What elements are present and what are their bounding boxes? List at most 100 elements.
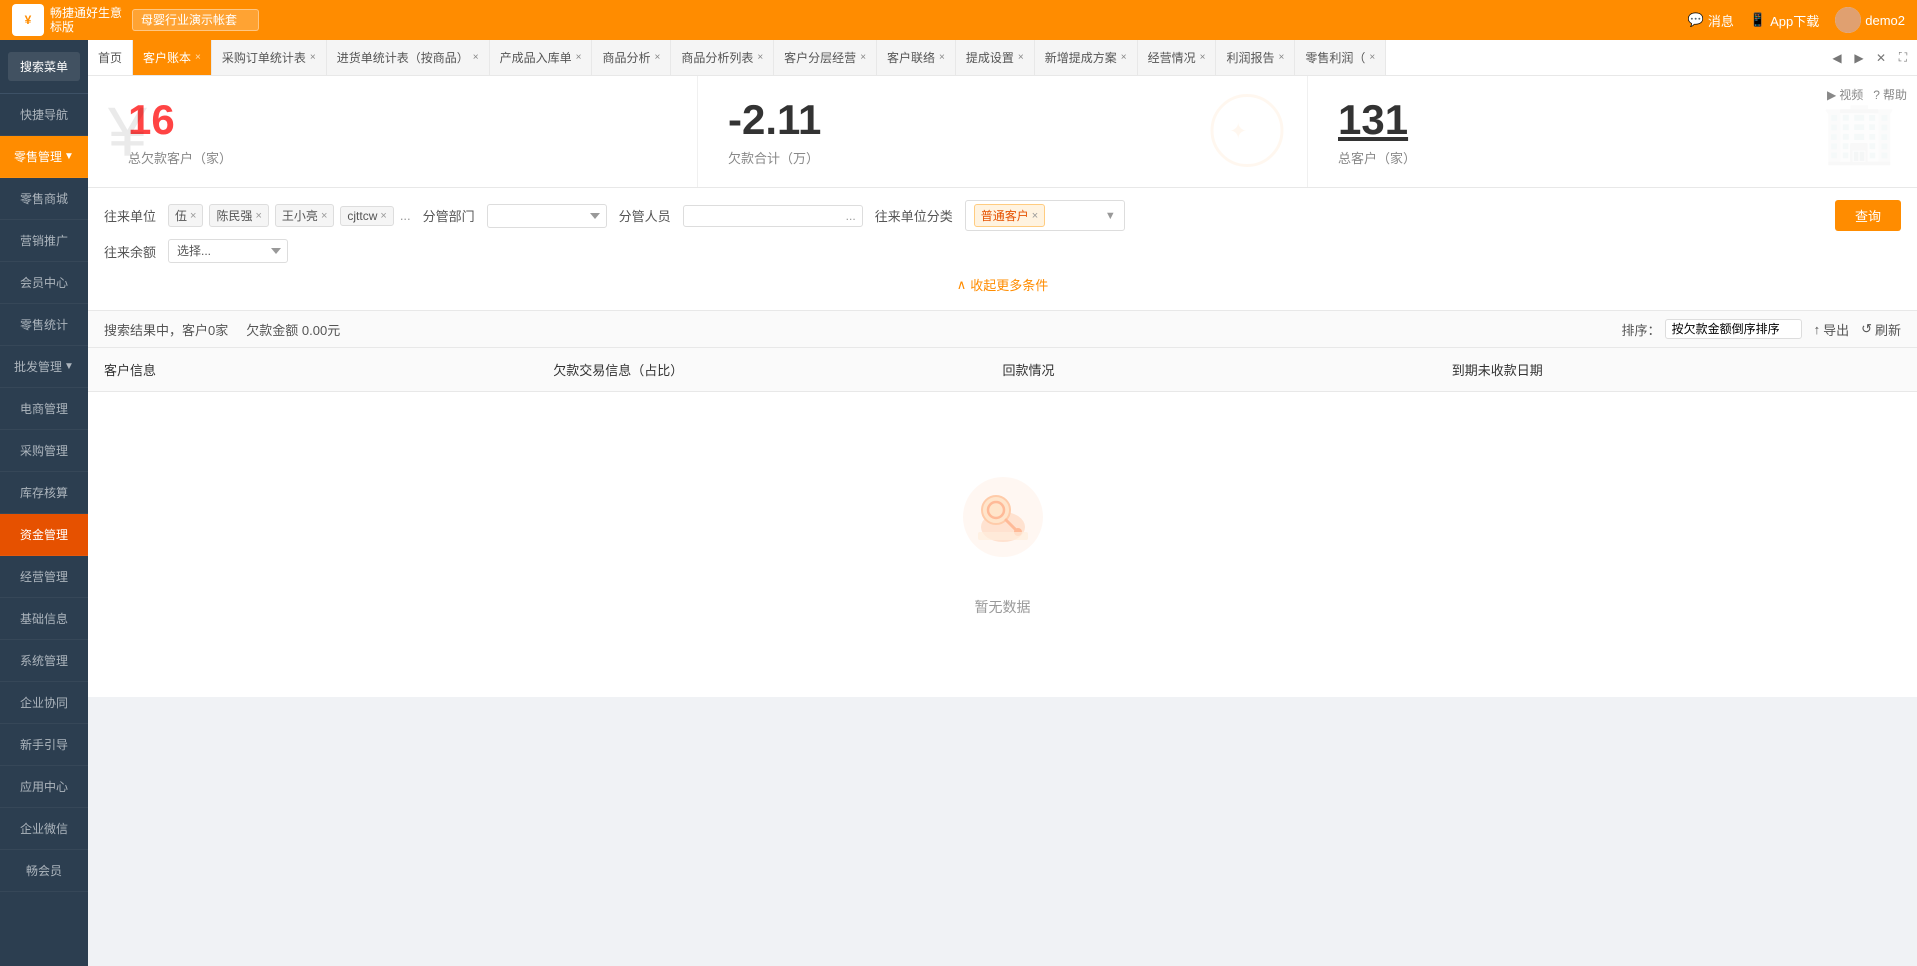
tab-promotion-settings[interactable]: 提成设置 × — [956, 40, 1035, 75]
chevron-up-icon: ∧ — [957, 277, 967, 293]
tab-close-all[interactable]: ✕ — [1871, 48, 1891, 68]
tab-goods-analysis[interactable]: 商品分析 × — [592, 40, 671, 75]
result-info: 搜索结果中，客户0家 欠款金额 0.00元 — [104, 320, 340, 339]
help-btn[interactable]: ? 帮助 — [1873, 86, 1907, 103]
dept-select[interactable] — [487, 204, 607, 228]
download-icon: 📱 — [1750, 12, 1766, 28]
sidebar-item-app-center[interactable]: 应用中心 — [0, 766, 88, 808]
tab-customer-book[interactable]: 客户账本 × — [133, 40, 212, 75]
sidebar-item-new-guide[interactable]: 新手引导 — [0, 724, 88, 766]
stats-total-customers: ¥ 16 总欠款客户（家） — [88, 76, 698, 187]
tag-wang: 王小亮 × — [275, 204, 334, 227]
tab-scroll-left[interactable]: ◀ — [1827, 48, 1847, 68]
table-area: 客户信息 欠款交易信息（占比） 回款情况 到期未收款日期 — [88, 348, 1917, 697]
tag-wang-close[interactable]: × — [321, 210, 327, 222]
tab-customer-contact[interactable]: 客户联络 × — [877, 40, 956, 75]
more-person[interactable]: ... — [846, 209, 856, 223]
sidebar-item-retail-stats[interactable]: 零售统计 — [0, 304, 88, 346]
message-icon: 💬 — [1688, 12, 1704, 28]
tab-profit-report[interactable]: 利润报告 × — [1216, 40, 1295, 75]
tag-wu: 伍 × — [168, 204, 203, 227]
tab-close-customer-tier[interactable]: × — [860, 52, 866, 63]
tab-add-plan[interactable]: 新增提成方案 × — [1035, 40, 1138, 75]
balance-select[interactable]: 选择... — [168, 239, 288, 263]
sidebar-item-retail-mall[interactable]: 零售商城 — [0, 178, 88, 220]
tab-product-stock[interactable]: 产成品入库单 × — [490, 40, 593, 75]
top-bar: ¥ 畅捷通好生意 标版 母婴行业演示帐套 💬 消息 📱 App下载 demo2 — [0, 0, 1917, 40]
tab-goods-analysis-list[interactable]: 商品分析列表 × — [671, 40, 774, 75]
tab-fullscreen[interactable]: ⛶ — [1893, 48, 1913, 68]
tab-close-customer-contact[interactable]: × — [939, 52, 945, 63]
user-menu[interactable]: demo2 — [1835, 7, 1905, 33]
sidebar-item-enterprise-wechat[interactable]: 企业微信 — [0, 808, 88, 850]
debt-label: 欠款合计（万） — [728, 148, 819, 167]
person-filter-label: 分管人员 — [619, 206, 671, 225]
edition-select[interactable]: 母婴行业演示帐套 — [132, 9, 259, 31]
tab-retail-profit[interactable]: 零售利润（ × — [1295, 40, 1386, 75]
total-clients-label: 总客户（家） — [1338, 148, 1416, 167]
search-menu-btn[interactable]: 搜索菜单 — [8, 52, 80, 81]
sidebar-item-basic-info[interactable]: 基础信息 — [0, 598, 88, 640]
tab-close-purchase-order[interactable]: × — [310, 52, 316, 63]
sidebar-item-wholesale[interactable]: 批发管理 ▼ — [0, 346, 88, 388]
tab-close-goods-analysis-list[interactable]: × — [757, 52, 763, 63]
video-help: ▶ 视频 ? 帮助 — [1827, 86, 1907, 103]
sidebar-item-retail[interactable]: 零售管理 ▼ — [0, 136, 88, 178]
tab-close-purchase-stats[interactable]: × — [473, 52, 479, 63]
tab-close-add-plan[interactable]: × — [1121, 52, 1127, 63]
tab-home[interactable]: 首页 — [88, 40, 133, 75]
main-container: 搜索菜单 快捷导航 零售管理 ▼ 零售商城 营销推广 会员中心 零售统计 批发管… — [0, 40, 1917, 966]
sidebar-item-purchase[interactable]: 采购管理 — [0, 430, 88, 472]
sidebar-item-marketing[interactable]: 营销推广 — [0, 220, 88, 262]
chevron-down-icon-cat: ▼ — [1105, 210, 1116, 222]
category-select-area[interactable]: 普通客户 × ▼ — [965, 200, 1125, 231]
video-btn[interactable]: ▶ 视频 — [1827, 86, 1863, 103]
category-tag-close[interactable]: × — [1032, 210, 1038, 222]
result-sort: 排序： 按欠款金额倒序排序 — [1622, 319, 1802, 339]
messages-btn[interactable]: 💬 消息 — [1688, 11, 1734, 30]
sidebar-item-finance[interactable]: 资金管理 — [0, 514, 88, 556]
col-header-customer: 客户信息 — [104, 360, 553, 379]
tab-scroll-right[interactable]: ▶ — [1849, 48, 1869, 68]
tag-wu-close[interactable]: × — [190, 210, 196, 222]
query-button[interactable]: 查询 — [1835, 200, 1901, 231]
sidebar-item-operations[interactable]: 经营管理 — [0, 556, 88, 598]
tab-operations[interactable]: 经营情况 × — [1138, 40, 1217, 75]
tab-close-profit-report[interactable]: × — [1278, 52, 1284, 63]
col-header-debt: 欠款交易信息（占比） — [553, 360, 1002, 379]
total-clients-value: 131 — [1338, 96, 1408, 144]
tab-close-product-stock[interactable]: × — [576, 52, 582, 63]
tab-close-promotion-settings[interactable]: × — [1018, 52, 1024, 63]
sidebar-item-system[interactable]: 系统管理 — [0, 640, 88, 682]
app-download-btn[interactable]: 📱 App下载 — [1750, 11, 1819, 30]
tag-cjttcw-close[interactable]: × — [380, 210, 386, 222]
sort-select[interactable]: 按欠款金额倒序排序 — [1665, 319, 1802, 339]
sidebar-item-quick-nav[interactable]: 快捷导航 — [0, 94, 88, 136]
tab-customer-tier[interactable]: 客户分层经营 × — [774, 40, 877, 75]
category-filter-label: 往来单位分类 — [875, 206, 953, 225]
table-header: 客户信息 欠款交易信息（占比） 回款情况 到期未收款日期 — [88, 348, 1917, 392]
logo-text: 畅捷通好生意 标版 — [50, 6, 122, 35]
result-actions: 排序： 按欠款金额倒序排序 ↑ 导出 ↺ 刷新 — [1622, 319, 1901, 339]
export-btn[interactable]: ↑ 导出 — [1814, 320, 1850, 339]
sidebar-item-vip[interactable]: 畅会员 — [0, 850, 88, 892]
tab-purchase-stats[interactable]: 进货单统计表（按商品） × — [327, 40, 490, 75]
sidebar-item-enterprise-coop[interactable]: 企业协同 — [0, 682, 88, 724]
person-input-area[interactable]: ... — [683, 205, 863, 227]
stats-total-clients: 🏢 131 总客户（家） ▶ 视频 ? 帮助 — [1308, 76, 1917, 187]
tab-nav-buttons: ◀ ▶ ✕ ⛶ — [1823, 48, 1917, 68]
tab-close-retail-profit[interactable]: × — [1369, 52, 1375, 63]
collapse-btn[interactable]: ∧ 收起更多条件 — [104, 271, 1901, 298]
tag-chen-close[interactable]: × — [255, 210, 261, 222]
refresh-btn[interactable]: ↺ 刷新 — [1861, 320, 1901, 339]
tab-purchase-order[interactable]: 采购订单统计表 × — [212, 40, 327, 75]
empty-text: 暂无数据 — [975, 597, 1031, 617]
top-bar-left: ¥ 畅捷通好生意 标版 母婴行业演示帐套 — [12, 4, 259, 36]
sidebar-item-inventory[interactable]: 库存核算 — [0, 472, 88, 514]
more-tags[interactable]: ... — [400, 208, 411, 223]
sidebar-item-members[interactable]: 会员中心 — [0, 262, 88, 304]
tab-close-operations[interactable]: × — [1200, 52, 1206, 63]
tab-close-customer-book[interactable]: × — [195, 52, 201, 63]
tab-close-goods-analysis[interactable]: × — [654, 52, 660, 63]
sidebar-item-ecommerce[interactable]: 电商管理 — [0, 388, 88, 430]
